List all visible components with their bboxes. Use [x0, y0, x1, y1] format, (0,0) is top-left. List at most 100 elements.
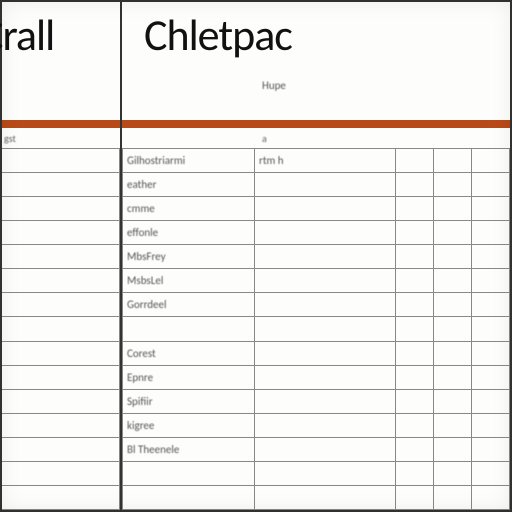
row-secondary-cell [255, 461, 396, 485]
cell [2, 485, 120, 509]
cell [396, 221, 434, 245]
row-label-cell: MbsFrey [123, 245, 255, 269]
row-label: Spifiir [127, 395, 153, 408]
cell [2, 365, 120, 389]
left-sublabel-row: gst [2, 128, 120, 148]
cell [472, 269, 510, 293]
cell [472, 317, 510, 341]
cell [434, 173, 472, 197]
right-table: Gilhostriarmi rtm h eather cmme effonle MbsFr… [122, 148, 510, 510]
row-label: Gorrdeel [127, 298, 167, 311]
row-secondary-cell [255, 269, 396, 293]
cell [396, 149, 434, 173]
row-label: eather [127, 178, 156, 191]
cell [434, 245, 472, 269]
row-secondary-cell: rtm h [255, 149, 396, 173]
cell [396, 437, 434, 461]
row-label-cell: Gilhostriarmi [123, 149, 255, 173]
table-row [2, 437, 120, 461]
table-row: MbsFrey [123, 245, 510, 269]
cell [472, 221, 510, 245]
table-row [123, 317, 510, 341]
table-row [2, 461, 120, 485]
right-title: Chletpac [122, 2, 510, 74]
cell [396, 269, 434, 293]
row-label: MbsFrey [127, 250, 166, 263]
table-row: MsbsLel [123, 269, 510, 293]
cell [472, 461, 510, 485]
table-row: kigree [123, 413, 510, 437]
cell [396, 413, 434, 437]
left-title: Crall [0, 2, 120, 74]
cell [472, 173, 510, 197]
cell [472, 437, 510, 461]
table-row [2, 389, 120, 413]
table-row: Spifiir [123, 389, 510, 413]
cell [2, 341, 120, 365]
row-label-cell: cmme [123, 197, 255, 221]
table-row: eather [123, 173, 510, 197]
row-label-cell: effonle [123, 221, 255, 245]
row-label-cell [123, 461, 255, 485]
cell [434, 485, 472, 509]
right-subheader: Hupe [262, 79, 286, 92]
cell [396, 197, 434, 221]
cell [434, 341, 472, 365]
table-row: Gorrdeel [123, 293, 510, 317]
table-row [2, 293, 120, 317]
row-label-cell [123, 317, 255, 341]
cell [472, 245, 510, 269]
row-secondary-cell [255, 413, 396, 437]
row-label-cell: Bl Theenele [123, 437, 255, 461]
cell [396, 293, 434, 317]
cell [396, 245, 434, 269]
cell [434, 389, 472, 413]
table-row [2, 149, 120, 173]
row-label-cell: eather [123, 173, 255, 197]
table-row: Bl Theenele [123, 437, 510, 461]
row-secondary-cell [255, 317, 396, 341]
row-label: MsbsLel [127, 274, 163, 287]
cell [396, 365, 434, 389]
cell [472, 341, 510, 365]
row-secondary-cell [255, 365, 396, 389]
cell [396, 461, 434, 485]
cell [434, 221, 472, 245]
cell [396, 389, 434, 413]
right-title-text: Chletpac [144, 8, 292, 62]
cell [434, 413, 472, 437]
cell [396, 485, 434, 509]
cell [472, 149, 510, 173]
cell [396, 173, 434, 197]
cell [396, 341, 434, 365]
row-label-cell: MsbsLel [123, 269, 255, 293]
row-label-cell [123, 485, 255, 509]
table-row [2, 341, 120, 365]
cell [434, 365, 472, 389]
cell [2, 389, 120, 413]
row-label: kigree [127, 419, 154, 432]
row-secondary-cell [255, 341, 396, 365]
cell [472, 293, 510, 317]
row-label: effonle [127, 226, 158, 239]
accent-bar-left [2, 120, 120, 128]
comparison-panels: Crall gst Chletpac Hupe a Gilhostriarmi r… [0, 0, 512, 512]
row-label: Bl Theenele [127, 443, 179, 456]
cell [2, 149, 120, 173]
row-secondary-cell [255, 485, 396, 509]
cell [2, 269, 120, 293]
cell [472, 197, 510, 221]
row-label-cell: kigree [123, 413, 255, 437]
table-row [123, 485, 510, 509]
cell [2, 197, 120, 221]
table-row: Gilhostriarmi rtm h [123, 149, 510, 173]
row-secondary-cell [255, 197, 396, 221]
right-sublabel-row: a [122, 128, 510, 148]
row-label: Epnre [127, 371, 153, 384]
table-row [123, 461, 510, 485]
cell [2, 437, 120, 461]
table-row [2, 413, 120, 437]
table-row [2, 197, 120, 221]
cell [472, 365, 510, 389]
row-secondary: rtm h [259, 154, 284, 167]
